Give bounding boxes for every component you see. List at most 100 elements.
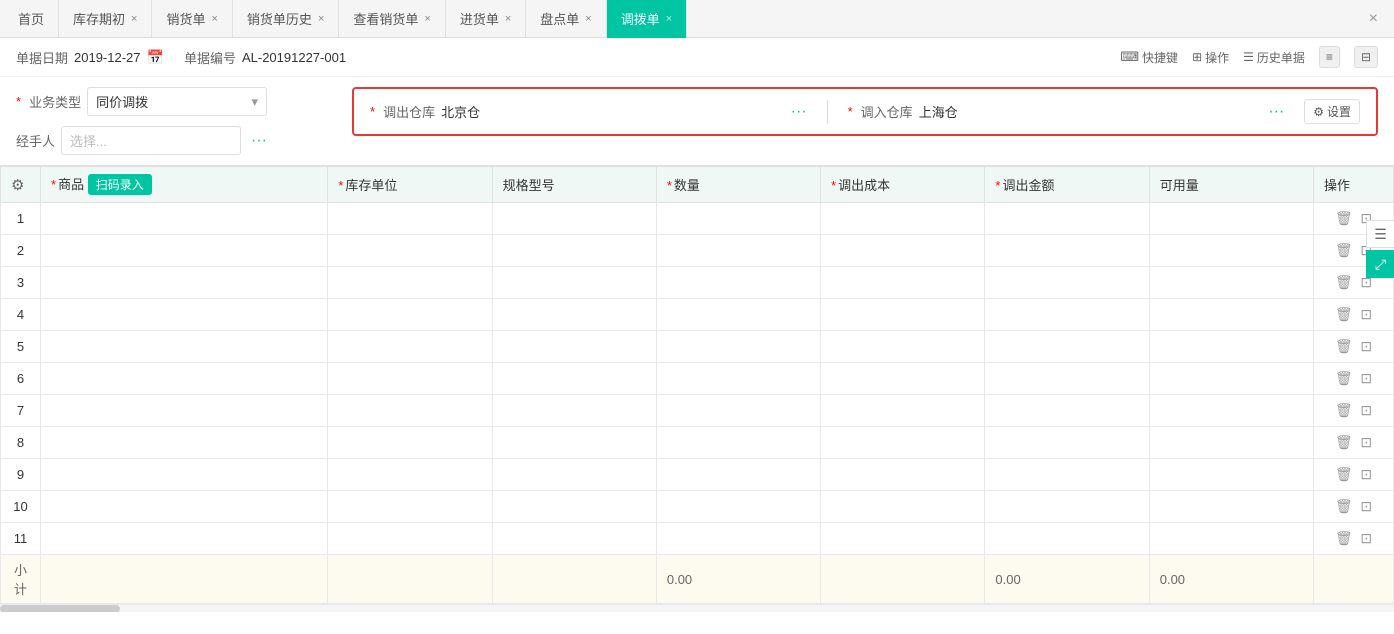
- available-cell-6[interactable]: [1149, 363, 1313, 395]
- copy-icon-6[interactable]: ⊡: [1360, 370, 1372, 386]
- transfer-cost-cell-11[interactable]: [821, 523, 985, 555]
- unit-cell-9[interactable]: [328, 459, 492, 491]
- copy-icon-5[interactable]: ⊡: [1360, 338, 1372, 354]
- scan-button[interactable]: 扫码录入: [88, 174, 152, 195]
- delete-icon-5[interactable]: 🗑: [1335, 338, 1353, 354]
- calendar-icon[interactable]: 📅: [147, 49, 164, 66]
- tab-transfer[interactable]: 调拨单 ×: [607, 0, 687, 38]
- available-cell-3[interactable]: [1149, 267, 1313, 299]
- product-cell-9[interactable]: [41, 459, 328, 491]
- delete-icon-4[interactable]: 🗑: [1335, 306, 1353, 322]
- transfer-cost-cell-3[interactable]: [821, 267, 985, 299]
- spec-cell-9[interactable]: [492, 459, 656, 491]
- transfer-cost-cell-8[interactable]: [821, 427, 985, 459]
- available-cell-8[interactable]: [1149, 427, 1313, 459]
- tab-purchase-order-close[interactable]: ×: [505, 13, 511, 25]
- transfer-amount-cell-2[interactable]: [985, 235, 1149, 267]
- qty-cell-7[interactable]: [656, 395, 820, 427]
- spec-cell-2[interactable]: [492, 235, 656, 267]
- unit-cell-4[interactable]: [328, 299, 492, 331]
- transfer-amount-cell-9[interactable]: [985, 459, 1149, 491]
- qty-cell-6[interactable]: [656, 363, 820, 395]
- delete-icon-3[interactable]: 🗑: [1335, 274, 1353, 290]
- transfer-amount-cell-7[interactable]: [985, 395, 1149, 427]
- tab-purchase-order[interactable]: 进货单 ×: [446, 0, 526, 38]
- qty-cell-9[interactable]: [656, 459, 820, 491]
- tab-view-sales-close[interactable]: ×: [424, 13, 430, 25]
- qty-cell-8[interactable]: [656, 427, 820, 459]
- delete-icon-11[interactable]: 🗑: [1335, 530, 1353, 546]
- delete-icon-9[interactable]: 🗑: [1335, 466, 1353, 482]
- ops-button[interactable]: ⊞ 操作: [1192, 49, 1229, 66]
- handler-select[interactable]: 选择...: [61, 126, 241, 155]
- unit-cell-7[interactable]: [328, 395, 492, 427]
- transfer-amount-cell-6[interactable]: [985, 363, 1149, 395]
- tab-stocktake[interactable]: 盘点单 ×: [526, 0, 606, 38]
- product-cell-5[interactable]: [41, 331, 328, 363]
- available-cell-11[interactable]: [1149, 523, 1313, 555]
- tab-stocktake-close[interactable]: ×: [585, 13, 591, 25]
- transfer-amount-cell-11[interactable]: [985, 523, 1149, 555]
- delete-icon-2[interactable]: 🗑: [1335, 242, 1353, 258]
- transfer-cost-cell-6[interactable]: [821, 363, 985, 395]
- tab-inventory-init-close[interactable]: ×: [131, 13, 137, 25]
- available-cell-10[interactable]: [1149, 491, 1313, 523]
- horizontal-scrollbar[interactable]: [0, 604, 1394, 612]
- tab-home[interactable]: 首页: [4, 0, 59, 38]
- unit-cell-10[interactable]: [328, 491, 492, 523]
- product-cell-2[interactable]: [41, 235, 328, 267]
- tab-transfer-close[interactable]: ×: [666, 13, 672, 25]
- delete-icon-10[interactable]: 🗑: [1335, 498, 1353, 514]
- history-button[interactable]: ☰ 历史单据: [1243, 49, 1305, 66]
- transfer-amount-cell-3[interactable]: [985, 267, 1149, 299]
- copy-icon-4[interactable]: ⊡: [1360, 306, 1372, 322]
- transfer-cost-cell-9[interactable]: [821, 459, 985, 491]
- available-cell-2[interactable]: [1149, 235, 1313, 267]
- qty-cell-4[interactable]: [656, 299, 820, 331]
- transfer-cost-cell-10[interactable]: [821, 491, 985, 523]
- delete-icon-8[interactable]: 🗑: [1335, 434, 1353, 450]
- transfer-cost-cell-7[interactable]: [821, 395, 985, 427]
- right-panel-expand-btn[interactable]: ⤢: [1366, 250, 1394, 278]
- qty-cell-2[interactable]: [656, 235, 820, 267]
- copy-icon-10[interactable]: ⊡: [1360, 498, 1372, 514]
- copy-icon-8[interactable]: ⊡: [1360, 434, 1372, 450]
- right-panel-list-btn[interactable]: ☰: [1366, 220, 1394, 248]
- transfer-cost-cell-1[interactable]: [821, 203, 985, 235]
- spec-cell-8[interactable]: [492, 427, 656, 459]
- scrollbar-thumb[interactable]: [0, 605, 120, 612]
- tab-inventory-init[interactable]: 库存期初 ×: [59, 0, 152, 38]
- delete-icon-6[interactable]: 🗑: [1335, 370, 1353, 386]
- transfer-amount-cell-4[interactable]: [985, 299, 1149, 331]
- copy-icon-11[interactable]: ⊡: [1360, 530, 1372, 546]
- spec-cell-10[interactable]: [492, 491, 656, 523]
- transfer-cost-cell-4[interactable]: [821, 299, 985, 331]
- gear-column-header[interactable]: ⚙: [1, 167, 41, 203]
- delete-icon-7[interactable]: 🗑: [1335, 402, 1353, 418]
- spec-cell-1[interactable]: [492, 203, 656, 235]
- wh-out-more-icon[interactable]: ···: [791, 103, 807, 121]
- copy-icon-7[interactable]: ⊡: [1360, 402, 1372, 418]
- tab-sales-order[interactable]: 销货单 ×: [152, 0, 232, 38]
- wh-in-more-icon[interactable]: ···: [1268, 103, 1284, 121]
- unit-cell-1[interactable]: [328, 203, 492, 235]
- shortcut-button[interactable]: ⌨ 快捷键: [1120, 49, 1178, 66]
- settings-button[interactable]: ⚙ 设置: [1304, 99, 1360, 124]
- product-cell-10[interactable]: [41, 491, 328, 523]
- product-cell-4[interactable]: [41, 299, 328, 331]
- qty-cell-1[interactable]: [656, 203, 820, 235]
- spec-cell-7[interactable]: [492, 395, 656, 427]
- spec-cell-6[interactable]: [492, 363, 656, 395]
- available-cell-7[interactable]: [1149, 395, 1313, 427]
- tab-sales-order-close[interactable]: ×: [211, 13, 217, 25]
- product-cell-6[interactable]: [41, 363, 328, 395]
- business-type-select[interactable]: 同价调拨 ▾: [87, 87, 267, 116]
- unit-cell-6[interactable]: [328, 363, 492, 395]
- layout-btn-1[interactable]: ≡: [1319, 46, 1340, 68]
- transfer-amount-cell-10[interactable]: [985, 491, 1149, 523]
- available-cell-9[interactable]: [1149, 459, 1313, 491]
- product-cell-1[interactable]: [41, 203, 328, 235]
- qty-cell-11[interactable]: [656, 523, 820, 555]
- transfer-cost-cell-5[interactable]: [821, 331, 985, 363]
- layout-btn-2[interactable]: ⊟: [1354, 46, 1378, 68]
